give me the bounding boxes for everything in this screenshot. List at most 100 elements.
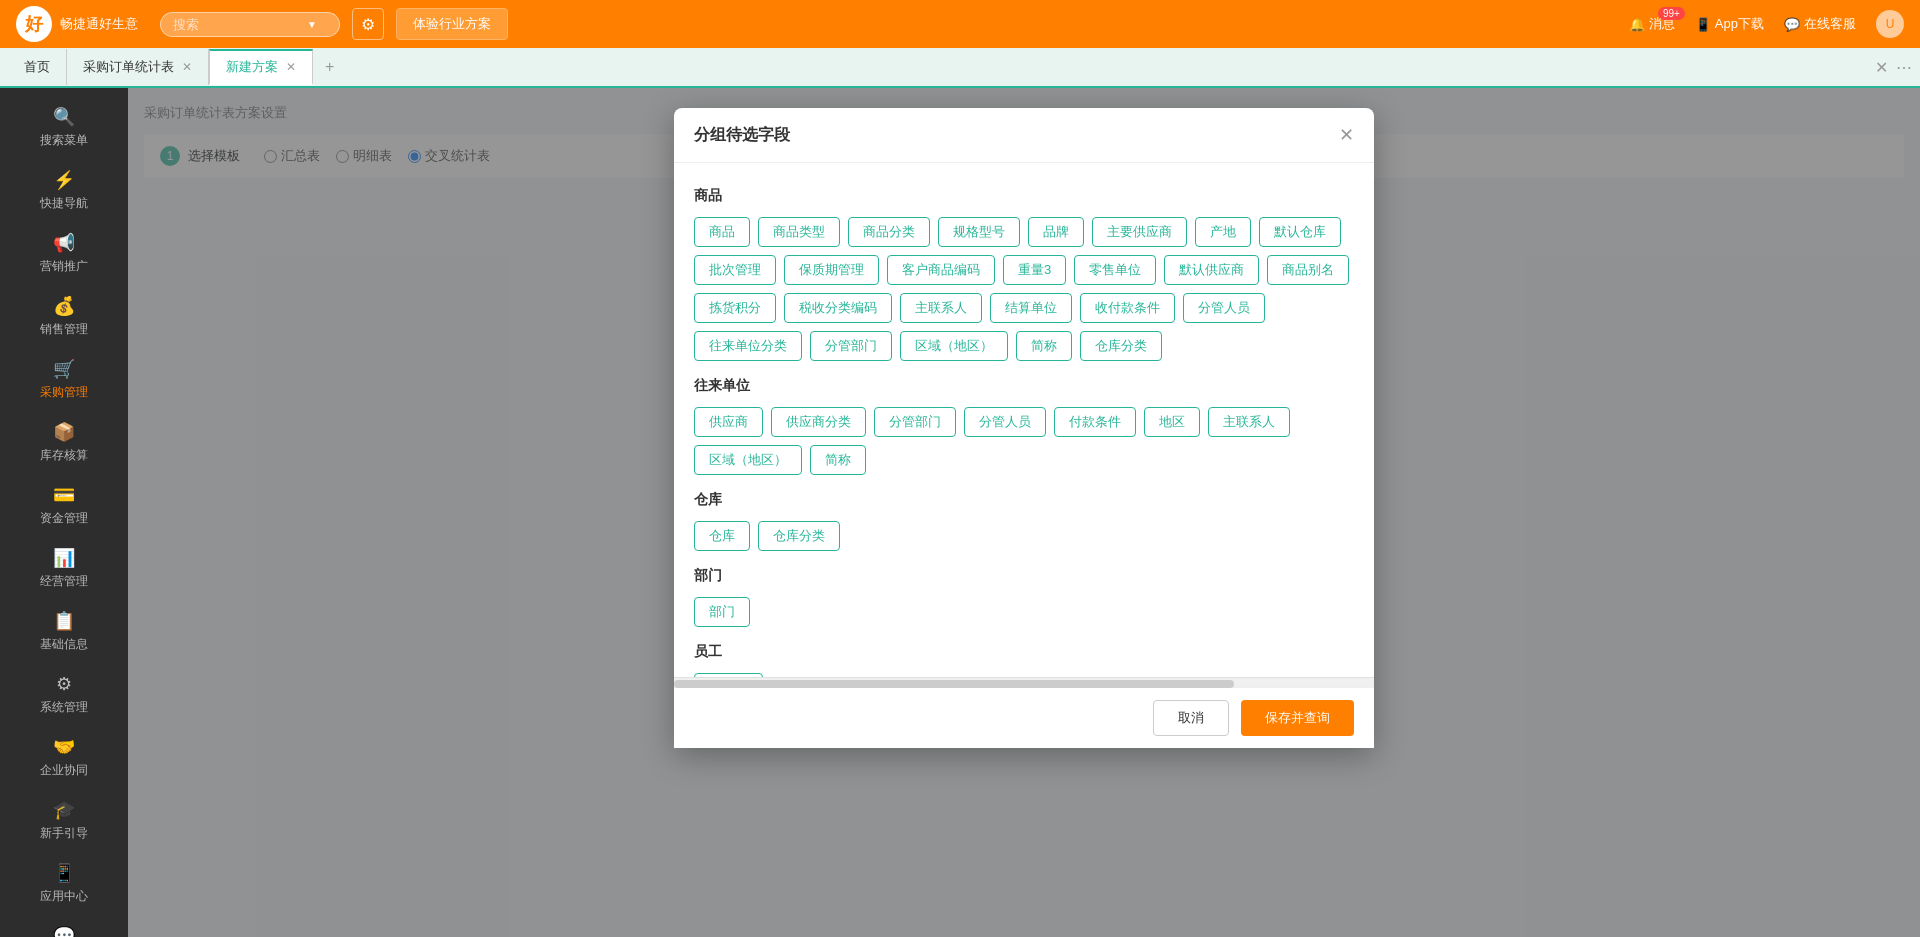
app-download-item[interactable]: 📱 App下载 [1695,15,1764,33]
operation-icon: 📊 [53,547,75,569]
field-tag[interactable]: 规格型号 [938,217,1020,247]
field-tag[interactable]: 地区 [1144,407,1200,437]
field-tag[interactable]: 品牌 [1028,217,1084,247]
sidebar-item-purchase[interactable]: 🛒 采购管理 [0,348,128,411]
field-tag[interactable]: 商品类型 [758,217,840,247]
field-tag[interactable]: 批次管理 [694,255,776,285]
field-tag[interactable]: 分管人员 [1183,293,1265,323]
field-grid-counterparty: 供应商 供应商分类 分管部门 分管人员 付款条件 地区 主联系人 区域（地区） … [694,407,1354,475]
section-title-counterparty: 往来单位 [694,377,1354,395]
sidebar-item-collab[interactable]: 🤝 企业协同 [0,726,128,789]
modal-header: 分组待选字段 ✕ [674,108,1374,163]
field-tag[interactable]: 简称 [810,445,866,475]
finance-icon: 💳 [53,484,75,506]
logo-area: 好 畅捷通好生意 [16,6,144,42]
tab-close-icon[interactable]: ✕ [182,60,192,74]
section-title-employee: 员工 [694,643,1354,661]
sidebar-item-guide[interactable]: 🎓 新手引导 [0,789,128,852]
field-tag[interactable]: 主联系人 [1208,407,1290,437]
tab-more-icon[interactable]: ⋯ [1896,58,1912,77]
field-tag[interactable]: 分管部门 [810,331,892,361]
sidebar-item-wechat[interactable]: 💬 企业微信 [0,915,128,937]
notification-icon: 🔔 [1629,17,1645,32]
sales-icon: 💰 [53,295,75,317]
trial-button[interactable]: 体验行业方案 [396,8,508,40]
field-tag[interactable]: 保质期管理 [784,255,879,285]
modal-close-button[interactable]: ✕ [1339,124,1354,146]
field-tag[interactable]: 商品分类 [848,217,930,247]
sidebar-item-sales[interactable]: 💰 销售管理 [0,285,128,348]
field-grid-dept: 部门 [694,597,1354,627]
settings-button[interactable]: ⚙ [352,8,384,40]
confirm-button[interactable]: 保存并查询 [1241,700,1354,736]
sidebar-item-system[interactable]: ⚙ 系统管理 [0,663,128,726]
modal-footer: 取消 保存并查询 [674,687,1374,748]
field-tag[interactable]: 结算单位 [990,293,1072,323]
field-tag[interactable]: 供应商 [694,407,763,437]
header-right: 🔔 消息 99+ 📱 App下载 💬 在线客服 U [1629,10,1904,38]
tab-home[interactable]: 首页 [8,49,67,85]
modal-horizontal-scrollbar[interactable] [674,677,1374,687]
field-tag[interactable]: 往来单位分类 [694,331,802,361]
basic-info-icon: 📋 [53,610,75,632]
field-tag[interactable]: 部门 [694,597,750,627]
field-tag[interactable]: 分管部门 [874,407,956,437]
field-tag[interactable]: 主联系人 [900,293,982,323]
sidebar-item-inventory[interactable]: 📦 库存核算 [0,411,128,474]
field-tag[interactable]: 分管人员 [964,407,1046,437]
field-tag[interactable]: 默认仓库 [1259,217,1341,247]
search-input[interactable] [173,17,303,32]
notification-item[interactable]: 🔔 消息 99+ [1629,15,1675,33]
sidebar-item-quick-nav[interactable]: ⚡ 快捷导航 [0,159,128,222]
app-center-icon: 📱 [53,862,75,884]
sidebar: 🔍 搜索菜单 ⚡ 快捷导航 📢 营销推广 💰 销售管理 🛒 采购管理 📦 库存核… [0,88,128,937]
field-grid-goods: 商品 商品类型 商品分类 规格型号 品牌 主要供应商 产地 默认仓库 批次管理 … [694,217,1354,361]
field-tag[interactable]: 商品别名 [1267,255,1349,285]
sidebar-item-search[interactable]: 🔍 搜索菜单 [0,96,128,159]
field-tag[interactable]: 税收分类编码 [784,293,892,323]
section-title-dept: 部门 [694,567,1354,585]
online-service-item[interactable]: 💬 在线客服 [1784,15,1856,33]
field-tag[interactable]: 零售单位 [1074,255,1156,285]
field-tag[interactable]: 供应商分类 [771,407,866,437]
app-download-icon: 📱 [1695,17,1711,32]
field-tag[interactable]: 产地 [1195,217,1251,247]
sidebar-item-app-center[interactable]: 📱 应用中心 [0,852,128,915]
logo-icon: 好 [16,6,52,42]
sidebar-item-marketing[interactable]: 📢 营销推广 [0,222,128,285]
field-tag[interactable]: 简称 [1016,331,1072,361]
tab-new-plan[interactable]: 新建方案 ✕ [209,49,313,85]
tab-purchase-stats[interactable]: 采购订单统计表 ✕ [67,49,209,85]
modal-body[interactable]: 商品 商品 商品类型 商品分类 规格型号 品牌 主要供应商 产地 默认仓库 批次… [674,163,1374,677]
sidebar-item-operation[interactable]: 📊 经营管理 [0,537,128,600]
tab-add-button[interactable]: + [313,58,346,76]
modal-overlay: 分组待选字段 ✕ 商品 商品 商品类型 商品分类 规格型号 品牌 主要供应商 产… [128,88,1920,937]
modal-group-fields: 分组待选字段 ✕ 商品 商品 商品类型 商品分类 规格型号 品牌 主要供应商 产… [674,108,1374,748]
scrollbar-thumb [674,680,1234,688]
cancel-button[interactable]: 取消 [1153,700,1229,736]
field-tag[interactable]: 仓库 [694,521,750,551]
sidebar-item-basic-info[interactable]: 📋 基础信息 [0,600,128,663]
field-tag[interactable]: 商品 [694,217,750,247]
field-tag[interactable]: 区域（地区） [900,331,1008,361]
quick-nav-icon: ⚡ [53,169,75,191]
field-tag[interactable]: 收付款条件 [1080,293,1175,323]
search-icon: 🔍 [53,106,75,128]
field-tag[interactable]: 客户商品编码 [887,255,995,285]
field-tag[interactable]: 主要供应商 [1092,217,1187,247]
tab-prev-icon[interactable]: ✕ [1875,58,1888,77]
field-tag[interactable]: 仓库分类 [1080,331,1162,361]
field-tag[interactable]: 仓库分类 [758,521,840,551]
field-tag[interactable]: 默认供应商 [1164,255,1259,285]
field-tag[interactable]: 区域（地区） [694,445,802,475]
search-bar[interactable]: ▼ [160,12,340,37]
sidebar-item-finance[interactable]: 💳 资金管理 [0,474,128,537]
logo-text: 畅捷通好生意 [60,16,138,32]
purchase-icon: 🛒 [53,358,75,380]
field-tag[interactable]: 拣货积分 [694,293,776,323]
field-tag[interactable]: 重量3 [1003,255,1066,285]
avatar[interactable]: U [1876,10,1904,38]
modal-title: 分组待选字段 [694,125,790,146]
tab-close-active-icon[interactable]: ✕ [286,60,296,74]
field-tag[interactable]: 付款条件 [1054,407,1136,437]
